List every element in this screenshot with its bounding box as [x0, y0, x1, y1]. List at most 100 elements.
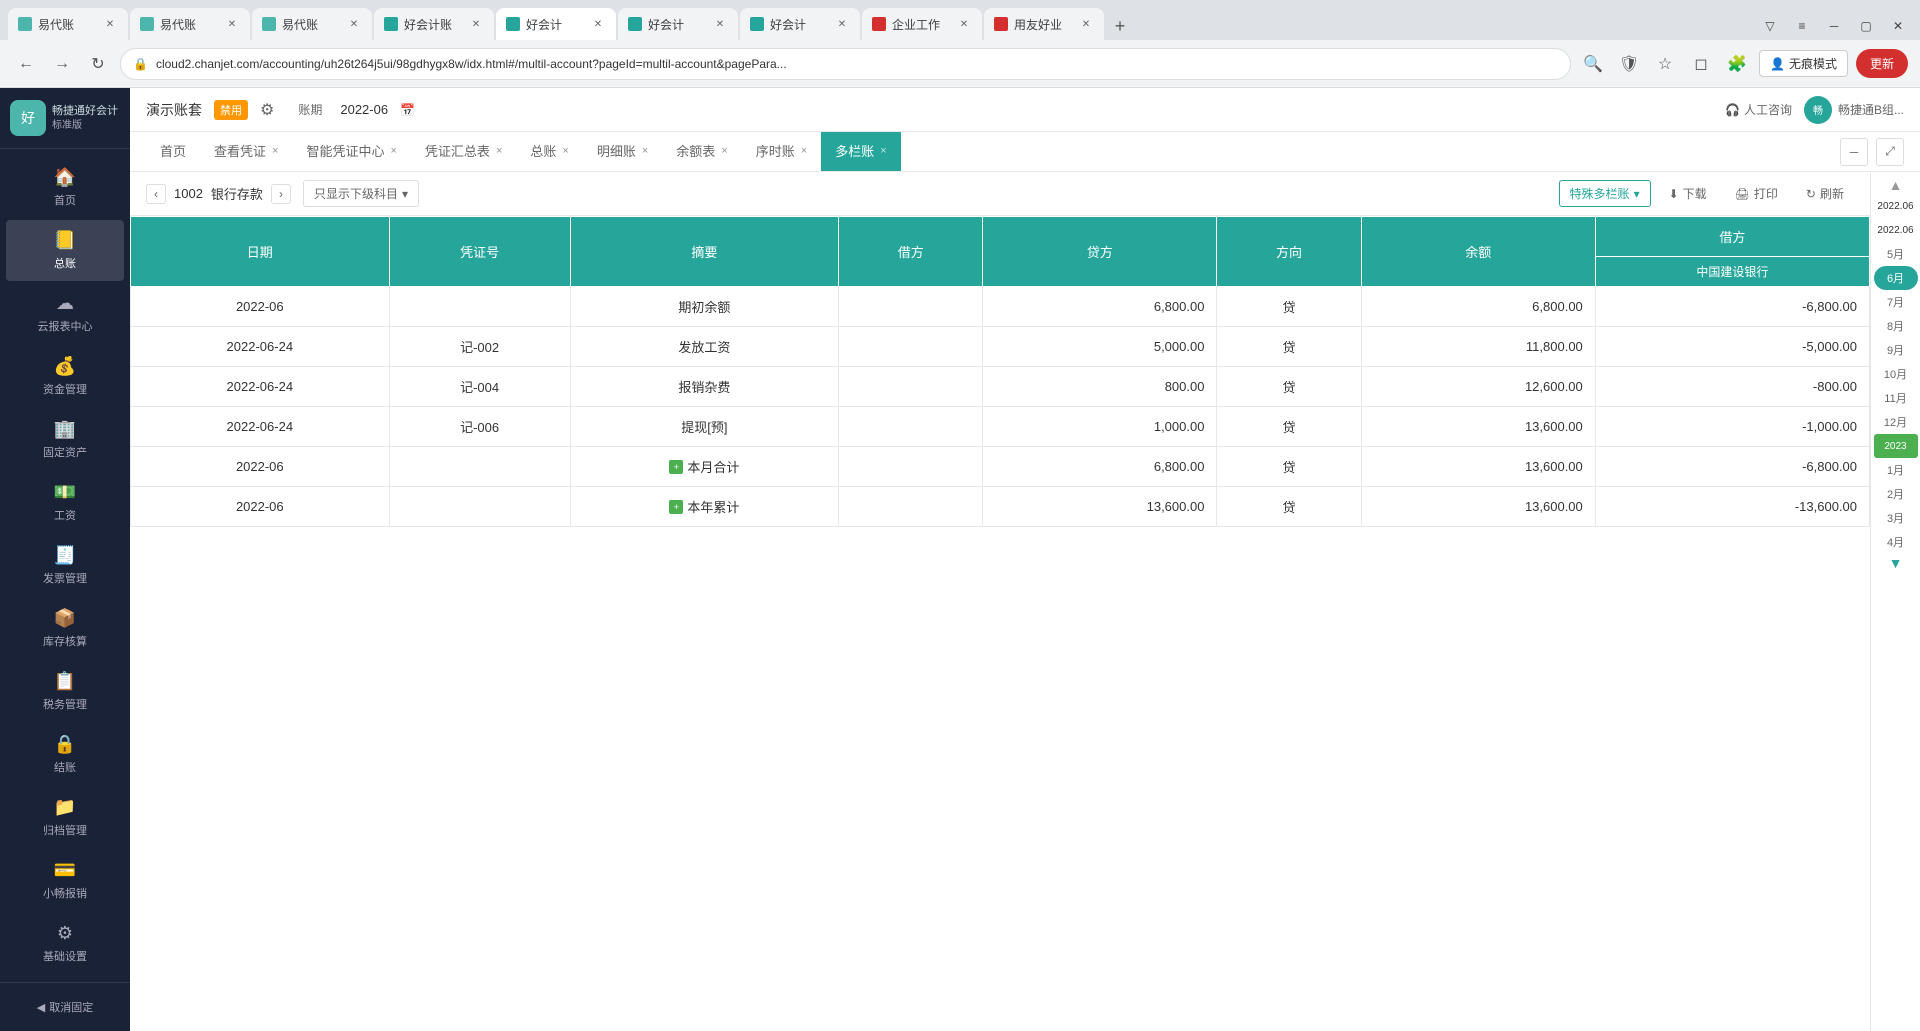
sidebar-item-inventory[interactable]: 📦 库存核算 [6, 598, 124, 659]
timeline-period-2[interactable]: 2022.06 [1874, 218, 1918, 242]
tab-close-general[interactable]: × [562, 145, 568, 157]
tab-close-voucher-summary[interactable]: × [496, 145, 502, 157]
tab-close-6[interactable]: ✕ [712, 16, 728, 32]
collapse-tabs-button[interactable]: ─ [1840, 138, 1868, 166]
url-bar[interactable]: 🔒 cloud2.chanjet.com/accounting/uh26t264… [120, 48, 1571, 80]
sidebar-collapse-button[interactable]: ◀ 取消固定 [6, 991, 124, 1023]
user-info[interactable]: 畅 畅捷通B组... [1804, 96, 1904, 124]
tab-close-3[interactable]: ✕ [346, 16, 362, 32]
tab-sequence[interactable]: 序时账 × [742, 132, 821, 172]
search-button[interactable]: 🔍 [1579, 50, 1607, 78]
timeline-month-11[interactable]: 11月 [1874, 386, 1918, 410]
next-account-button[interactable]: › [271, 184, 291, 204]
extension-button[interactable]: 🧩 [1723, 50, 1751, 78]
shield-button[interactable]: 🛡 [1615, 50, 1643, 78]
tab-minimize-button[interactable]: ▽ [1756, 12, 1784, 40]
window-close-button[interactable]: ✕ [1884, 12, 1912, 40]
prev-account-button[interactable]: ‹ [146, 184, 166, 204]
back-button[interactable]: ← [12, 50, 40, 78]
sidebar-item-closing[interactable]: 🔒 结账 [6, 724, 124, 785]
tab-close-detail[interactable]: × [642, 145, 648, 157]
sidebar-item-fixed-assets[interactable]: 🏢 固定资产 [6, 409, 124, 470]
tab-voucher[interactable]: 查看凭证 × [200, 132, 292, 172]
tab-close-multi-col[interactable]: × [880, 145, 886, 157]
refresh-table-button[interactable]: ↻ 刷新 [1796, 181, 1854, 206]
tab-balance[interactable]: 余额表 × [662, 132, 741, 172]
sidebar-item-invoice[interactable]: 🧾 发票管理 [6, 535, 124, 596]
tab-8[interactable]: 企业工作 ✕ [862, 8, 982, 40]
download-button[interactable]: ⬇ 下载 [1659, 181, 1717, 206]
tab-3[interactable]: 易代账 ✕ [252, 8, 372, 40]
sidebar-item-tax[interactable]: 📋 税务管理 [6, 661, 124, 722]
window-restore-button[interactable]: ▢ [1852, 12, 1880, 40]
bookmark-button[interactable]: ☆ [1651, 50, 1679, 78]
tab-2[interactable]: 易代账 ✕ [130, 8, 250, 40]
timeline-month-8[interactable]: 8月 [1874, 314, 1918, 338]
update-button[interactable]: 更新 [1856, 49, 1908, 78]
tab-voucher-summary[interactable]: 凭证汇总表 × [411, 132, 516, 172]
fullscreen-button[interactable]: ⤢ [1876, 138, 1904, 166]
tab-general[interactable]: 总账 × [516, 132, 582, 172]
forward-button[interactable]: → [48, 50, 76, 78]
timeline-month-2[interactable]: 2月 [1874, 482, 1918, 506]
timeline-month-7[interactable]: 7月 [1874, 290, 1918, 314]
settings-gear-icon[interactable]: ⚙ [260, 100, 274, 120]
tab-6[interactable]: 好会计 ✕ [618, 8, 738, 40]
service-button[interactable]: 🎧 人工咨询 [1725, 101, 1792, 118]
tab-close-9[interactable]: ✕ [1078, 16, 1094, 32]
sidebar-item-settings[interactable]: ⚙ 基础设置 [6, 913, 124, 974]
sidebar-item-cloud-report[interactable]: ☁ 云报表中心 [6, 283, 124, 344]
voucher-link[interactable]: 记-004 [460, 380, 499, 395]
timeline-month-3[interactable]: 3月 [1874, 506, 1918, 530]
sidebar-item-home[interactable]: 🏠 首页 [6, 157, 124, 218]
stealth-button[interactable]: 👤 无痕模式 [1759, 50, 1848, 77]
tab-close-5[interactable]: ✕ [590, 16, 606, 32]
tab-close-7[interactable]: ✕ [834, 16, 850, 32]
tab-9[interactable]: 用友好业 ✕ [984, 8, 1104, 40]
tab-close-4[interactable]: ✕ [468, 16, 484, 32]
tab-close-1[interactable]: ✕ [102, 16, 118, 32]
tab-smart-voucher[interactable]: 智能凭证中心 × [292, 132, 410, 172]
timeline-month-9[interactable]: 9月 [1874, 338, 1918, 362]
timeline-month-5[interactable]: 5月 [1874, 242, 1918, 266]
tab-7[interactable]: 好会计 ✕ [740, 8, 860, 40]
tab-close-2[interactable]: ✕ [224, 16, 240, 32]
sidebar-item-fund[interactable]: 💰 资金管理 [6, 346, 124, 407]
window-minimize-button[interactable]: ─ [1820, 12, 1848, 40]
timeline-month-12[interactable]: 12月 [1874, 410, 1918, 434]
sidebar-item-archive[interactable]: 📁 归档管理 [6, 787, 124, 848]
timeline-scroll-up[interactable]: ▲ [1881, 176, 1911, 194]
tab-close-voucher[interactable]: × [272, 145, 278, 157]
calendar-icon[interactable]: 📅 [400, 103, 415, 117]
tab-1[interactable]: 易代账 ✕ [8, 8, 128, 40]
special-multi-col-button[interactable]: 特殊多栏账 ▾ [1559, 180, 1651, 207]
sidebar-item-expense[interactable]: 💳 小畅报销 [6, 850, 124, 911]
timeline-month-6[interactable]: 6月 [1874, 266, 1918, 290]
timeline-period-1[interactable]: 2022.06 [1874, 194, 1918, 218]
sidebar-item-payroll[interactable]: 💵 工资 [6, 472, 124, 533]
tab-detail[interactable]: 明细账 × [583, 132, 662, 172]
timeline-month-1[interactable]: 1月 [1874, 458, 1918, 482]
timeline-year-2023[interactable]: 2023 [1874, 434, 1918, 458]
profile-button[interactable]: ◻ [1687, 50, 1715, 78]
tab-home[interactable]: 首页 [146, 132, 200, 172]
tab-close-sequence[interactable]: × [801, 145, 807, 157]
voucher-link[interactable]: 记-002 [460, 340, 499, 355]
tab-menu-button[interactable]: ≡ [1788, 12, 1816, 40]
print-button[interactable]: 🖨 打印 [1725, 181, 1788, 206]
sidebar-item-general-ledger[interactable]: 📒 总账 [6, 220, 124, 281]
tab-multi-col[interactable]: 多栏账 × [821, 132, 900, 172]
show-sub-dropdown[interactable]: 只显示下级科目 ▾ [303, 180, 419, 207]
new-tab-button[interactable]: + [1106, 12, 1134, 40]
tab-5[interactable]: 好会计 ✕ [496, 8, 616, 40]
tab-close-8[interactable]: ✕ [956, 16, 972, 32]
timeline-month-4[interactable]: 4月 [1874, 530, 1918, 554]
tab-close-smart-voucher[interactable]: × [390, 145, 396, 157]
refresh-button[interactable]: ↻ [84, 50, 112, 78]
tab-4[interactable]: 好会计账 ✕ [374, 8, 494, 40]
timeline-scroll-down[interactable]: ▼ [1881, 554, 1911, 572]
voucher-link[interactable]: 记-006 [460, 420, 499, 435]
tab-close-balance[interactable]: × [721, 145, 727, 157]
tab-label-voucher-summary: 凭证汇总表 [425, 141, 490, 160]
timeline-month-10[interactable]: 10月 [1874, 362, 1918, 386]
